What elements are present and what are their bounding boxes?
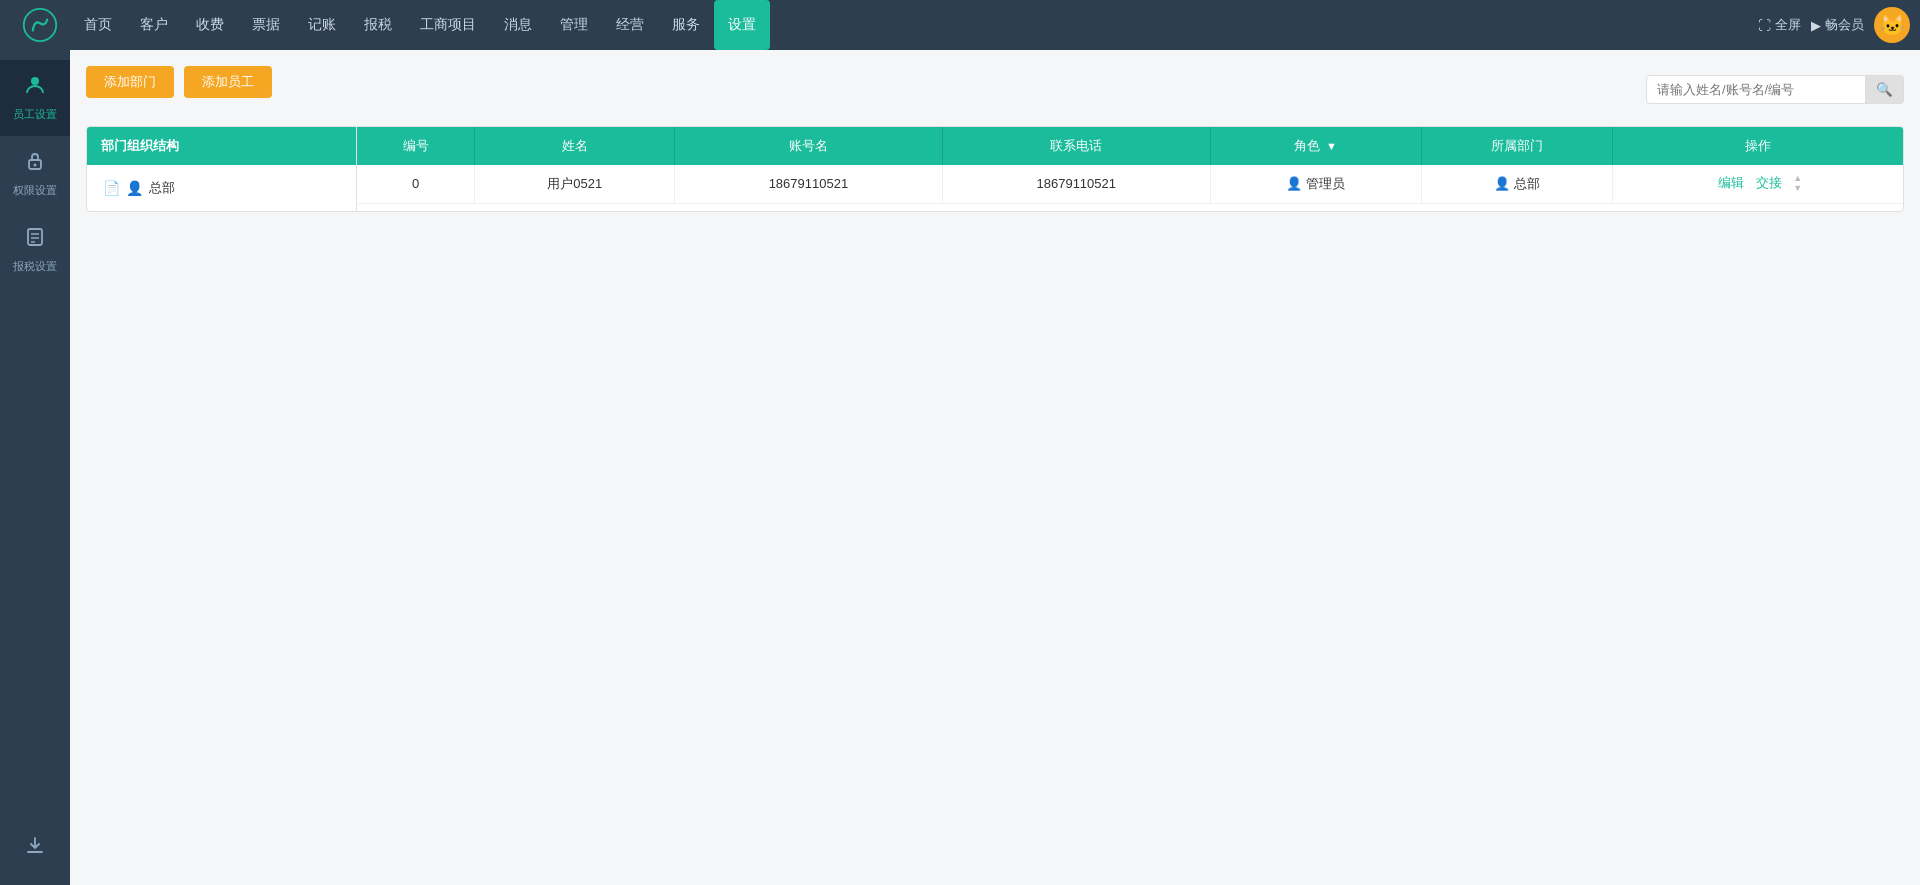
nav-accounting[interactable]: 记账 xyxy=(294,0,350,50)
report-icon xyxy=(24,226,46,253)
table-row: 0 用户0521 18679110521 18679110521 👤 管理员 xyxy=(357,165,1903,203)
member-icon: ▶ xyxy=(1811,18,1821,33)
svg-point-1 xyxy=(31,77,39,85)
person-icon xyxy=(24,74,46,101)
dept-tree: 部门组织结构 📄 👤 总部 xyxy=(87,127,357,211)
col-dept: 所属部门 xyxy=(1421,127,1612,165)
nav-service[interactable]: 服务 xyxy=(658,0,714,50)
scroll-down-arrow[interactable]: ▼ xyxy=(1793,184,1802,194)
search-button[interactable]: 🔍 xyxy=(1866,75,1904,104)
member-btn[interactable]: ▶ 畅会员 xyxy=(1811,16,1864,34)
search-input[interactable] xyxy=(1646,75,1866,104)
svg-point-0 xyxy=(24,9,56,41)
avatar[interactable]: 🐱 xyxy=(1874,7,1910,43)
nav-tax[interactable]: 报税 xyxy=(350,0,406,50)
svg-point-3 xyxy=(34,164,37,167)
col-name: 姓名 xyxy=(475,127,675,165)
role-badge: 👤 管理员 xyxy=(1286,175,1345,193)
col-id: 编号 xyxy=(357,127,475,165)
row-scroll-arrows: ▲ ▼ xyxy=(1793,174,1802,194)
sidebar-item-download[interactable] xyxy=(0,820,70,875)
col-phone: 联系电话 xyxy=(942,127,1210,165)
edit-button[interactable]: 编辑 xyxy=(1718,175,1744,190)
add-employee-button[interactable]: 添加员工 xyxy=(184,66,272,98)
cell-account: 18679110521 xyxy=(674,165,942,203)
col-role: 角色 ▼ xyxy=(1210,127,1421,165)
dept-badge: 👤 总部 xyxy=(1494,175,1540,193)
sidebar-taxreport-label: 报税设置 xyxy=(13,259,57,274)
sidebar-item-permission[interactable]: 权限设置 xyxy=(0,136,70,212)
search-icon: 🔍 xyxy=(1876,82,1893,97)
dept-tree-header: 部门组织结构 xyxy=(87,127,356,165)
dept-item-label: 总部 xyxy=(149,179,175,197)
nav-bizproject[interactable]: 工商项目 xyxy=(406,0,490,50)
nav-settings[interactable]: 设置 xyxy=(714,0,770,50)
nav-fee[interactable]: 收费 xyxy=(182,0,238,50)
content-wrapper: 添加部门 添加员工 🔍 部门组织结构 xyxy=(86,66,1904,212)
member-label: 畅会员 xyxy=(1825,16,1864,34)
transfer-button[interactable]: 交接 xyxy=(1756,175,1782,190)
main-layout: 员工设置 权限设置 报税设置 xyxy=(0,50,1920,885)
col-account: 账号名 xyxy=(674,127,942,165)
nav-operation[interactable]: 经营 xyxy=(602,0,658,50)
download-icon xyxy=(24,834,46,861)
employee-area: 部门组织结构 📄 👤 总部 编号 xyxy=(86,126,1904,212)
cell-phone: 18679110521 xyxy=(942,165,1210,203)
nav-manage[interactable]: 管理 xyxy=(546,0,602,50)
action-buttons: 添加部门 添加员工 xyxy=(86,66,272,98)
logo xyxy=(10,0,70,50)
cell-id: 0 xyxy=(357,165,475,203)
cell-dept: 👤 总部 xyxy=(1421,165,1612,203)
nav-right: ⛶ 全屏 ▶ 畅会员 🐱 xyxy=(1758,7,1910,43)
table-header-row: 编号 姓名 账号名 联系电话 角色 ▼ 所属部门 操作 xyxy=(357,127,1903,165)
sidebar: 员工设置 权限设置 报税设置 xyxy=(0,50,70,885)
nav-home[interactable]: 首页 xyxy=(70,0,126,50)
content: 添加部门 添加员工 🔍 部门组织结构 xyxy=(70,50,1920,885)
add-dept-button[interactable]: 添加部门 xyxy=(86,66,174,98)
fullscreen-icon: ⛶ xyxy=(1758,18,1771,33)
lock-icon xyxy=(24,150,46,177)
sidebar-item-taxreport[interactable]: 报税设置 xyxy=(0,212,70,288)
fullscreen-label: 全屏 xyxy=(1775,16,1801,34)
sidebar-employee-label: 员工设置 xyxy=(13,107,57,122)
col-ops: 操作 xyxy=(1613,127,1904,165)
nav-message[interactable]: 消息 xyxy=(490,0,546,50)
dept-tree-body: 📄 👤 总部 xyxy=(87,165,356,211)
search-bar: 🔍 xyxy=(1646,75,1904,104)
cell-name: 用户0521 xyxy=(475,165,675,203)
nav-items: 首页 客户 收费 票据 记账 报税 工商项目 消息 管理 经营 服务 设置 xyxy=(70,0,1758,50)
top-nav: 首页 客户 收费 票据 记账 报税 工商项目 消息 管理 经营 服务 设置 ⛶ … xyxy=(0,0,1920,50)
employee-table: 编号 姓名 账号名 联系电话 角色 ▼ 所属部门 操作 xyxy=(357,127,1903,211)
cell-ops: 编辑 交接 ▲ ▼ xyxy=(1613,165,1904,203)
nav-client[interactable]: 客户 xyxy=(126,0,182,50)
role-user-icon: 👤 xyxy=(1286,176,1302,191)
dept-user-icon: 👤 xyxy=(1494,176,1510,191)
employee-data-table: 编号 姓名 账号名 联系电话 角色 ▼ 所属部门 操作 xyxy=(357,127,1903,204)
nav-invoice[interactable]: 票据 xyxy=(238,0,294,50)
dept-item-headquarters[interactable]: 📄 👤 总部 xyxy=(99,173,344,203)
sidebar-permission-label: 权限设置 xyxy=(13,183,57,198)
file-icon: 📄 xyxy=(103,180,120,196)
cell-role: 👤 管理员 xyxy=(1210,165,1421,203)
fullscreen-btn[interactable]: ⛶ 全屏 xyxy=(1758,16,1801,34)
sidebar-bottom xyxy=(0,820,70,885)
sidebar-item-employee[interactable]: 员工设置 xyxy=(0,60,70,136)
role-filter-icon[interactable]: ▼ xyxy=(1326,140,1337,152)
user-icon: 👤 xyxy=(126,180,143,196)
